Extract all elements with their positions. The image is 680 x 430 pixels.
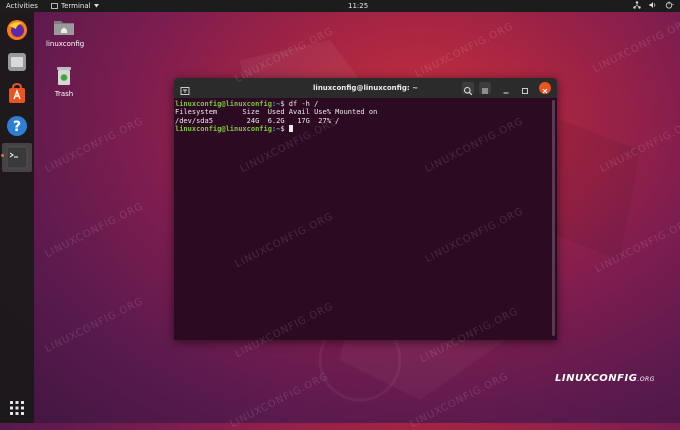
trash[interactable]: Trash xyxy=(49,66,79,98)
network-icon xyxy=(633,1,641,9)
maximize-button[interactable] xyxy=(519,82,531,94)
clock[interactable]: 11:25 xyxy=(348,2,368,10)
terminal-headerbar[interactable]: linuxconfig@linuxconfig: ~ xyxy=(174,78,557,98)
home-folder-label: linuxconfig xyxy=(46,40,85,48)
brand-suffix: .ORG xyxy=(637,376,655,383)
app-menu[interactable]: Terminal xyxy=(51,2,99,10)
prompt-user: linuxconfig@linuxconfig xyxy=(175,124,272,133)
terminal-scrollbar[interactable] xyxy=(552,100,555,336)
terminal-output[interactable]: linuxconfig@linuxconfig:~$ df -h / Filesy… xyxy=(174,98,557,340)
terminal-small-icon xyxy=(51,3,58,9)
show-applications-icon[interactable] xyxy=(5,396,29,420)
terminal-line: linuxconfig@linuxconfig:~$ df -h / xyxy=(175,100,557,108)
power-icon xyxy=(665,1,674,9)
help-icon[interactable]: ? xyxy=(5,114,29,138)
dock: ? xyxy=(0,12,34,423)
minimize-icon xyxy=(503,92,509,94)
software-icon[interactable] xyxy=(5,82,29,106)
home-folder[interactable]: linuxconfig xyxy=(46,18,85,48)
brand-main: LINUXCONFIG xyxy=(555,373,638,384)
close-icon xyxy=(542,88,548,94)
prompt-user: linuxconfig@linuxconfig xyxy=(175,100,272,108)
terminal-window[interactable]: linuxconfig@linuxconfig: ~ linuxconfig@l… xyxy=(174,78,557,340)
trash-label: Trash xyxy=(54,90,74,98)
brand-logo: LINUXCONFIG.ORG xyxy=(555,373,655,384)
terminal-icon[interactable] xyxy=(2,143,32,172)
system-tray[interactable] xyxy=(633,1,674,9)
activities-button[interactable]: Activities xyxy=(6,2,38,10)
firefox-icon[interactable] xyxy=(5,18,29,42)
hamburger-menu-icon xyxy=(482,88,488,94)
maximize-icon xyxy=(522,88,528,94)
terminal-line: Filesystem Size Used Avail Use% Mounted … xyxy=(175,108,378,117)
chevron-down-icon xyxy=(93,4,99,8)
search-icon xyxy=(464,87,473,96)
files-icon[interactable] xyxy=(5,50,29,74)
trash-icon xyxy=(57,67,71,85)
folder-home-icon xyxy=(54,21,74,35)
command-text: $ df -h / xyxy=(280,100,319,108)
app-menu-label: Terminal xyxy=(61,2,91,10)
cursor xyxy=(288,124,293,132)
terminal-line: linuxconfig@linuxconfig:~$ xyxy=(175,124,557,133)
search-button[interactable] xyxy=(462,82,474,96)
minimize-button[interactable] xyxy=(500,82,512,94)
terminal-line: /dev/sda5 24G 6.2G 17G 27% / xyxy=(175,116,340,125)
command-text: $ xyxy=(280,124,289,133)
menu-button[interactable] xyxy=(479,82,491,94)
close-button[interactable] xyxy=(539,82,551,94)
volume-icon xyxy=(649,2,656,8)
top-bar: Activities Terminal 11:25 xyxy=(0,0,680,12)
svg-text:?: ? xyxy=(13,119,21,135)
